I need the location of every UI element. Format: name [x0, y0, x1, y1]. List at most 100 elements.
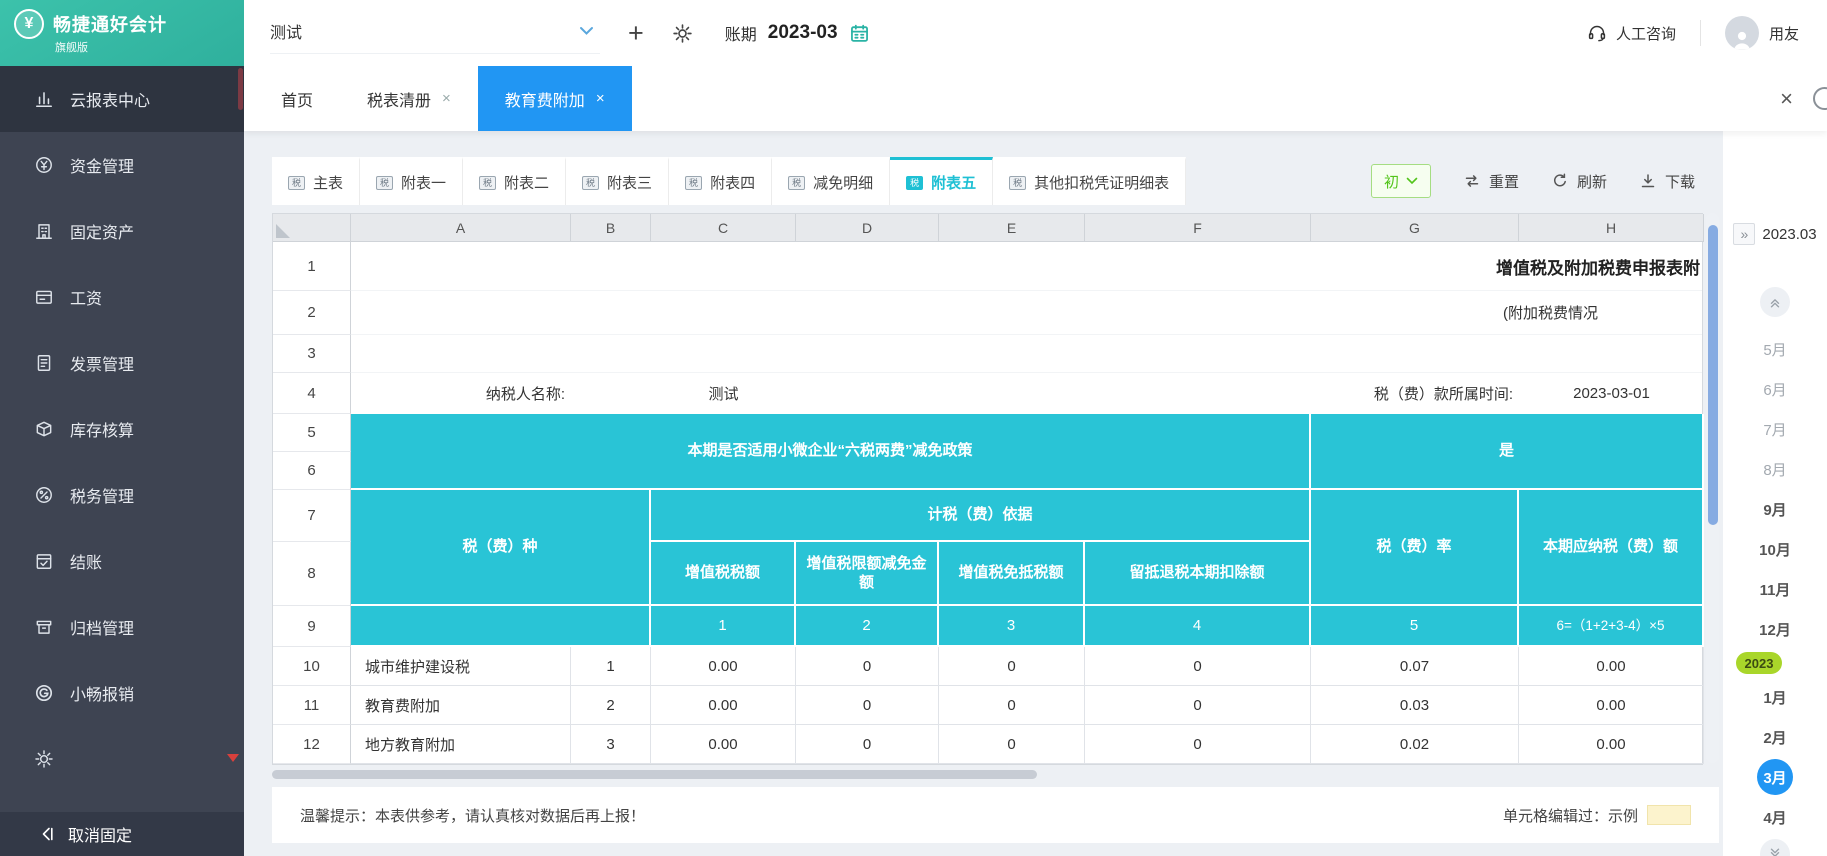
cell[interactable]: [939, 373, 1085, 414]
sidebar-item-tax[interactable]: 税务管理: [0, 462, 244, 528]
support-button[interactable]: 人工咨询: [1587, 23, 1676, 44]
sidebar-item-closing[interactable]: 结账: [0, 528, 244, 594]
cell-seq[interactable]: 1: [571, 647, 651, 686]
column-header[interactable]: A: [351, 214, 571, 242]
row-header[interactable]: 8: [273, 542, 351, 606]
horizontal-scrollbar[interactable]: [272, 770, 1037, 779]
cell-vat[interactable]: 0.00: [651, 686, 796, 725]
cell-vat[interactable]: 0.00: [651, 647, 796, 686]
cell-exempt[interactable]: 0: [939, 686, 1085, 725]
download-button[interactable]: 下载: [1639, 171, 1695, 192]
sidebar-item-fixed-assets[interactable]: 固定资产: [0, 198, 244, 264]
calendar-icon[interactable]: [849, 23, 870, 44]
month-item[interactable]: 8月: [1723, 449, 1827, 489]
sheet-tab-appendix2[interactable]: 税附表二: [463, 157, 567, 205]
row-header[interactable]: 9: [273, 606, 351, 647]
month-item[interactable]: 9月: [1723, 489, 1827, 529]
sidebar-item-invoice[interactable]: 发票管理: [0, 330, 244, 396]
cell-limit[interactable]: 0: [796, 725, 939, 764]
row-header[interactable]: 2: [273, 291, 351, 335]
close-all-tabs-icon[interactable]: ×: [1780, 66, 1793, 131]
cell-tax-name[interactable]: 地方教育附加: [351, 725, 571, 764]
sidebar-item-settings[interactable]: [0, 726, 244, 792]
sidebar-item-payroll[interactable]: 工资: [0, 264, 244, 330]
scroll-months-down-button[interactable]: [1760, 839, 1790, 856]
row-header[interactable]: 11: [273, 686, 351, 725]
column-header[interactable]: B: [571, 214, 651, 242]
settings-gear-icon[interactable]: [672, 23, 693, 44]
close-tab-icon[interactable]: ×: [442, 90, 451, 107]
row-header[interactable]: 6: [273, 452, 351, 490]
sidebar-item-report-center[interactable]: 云报表中心: [0, 66, 244, 132]
sidebar-scroll-arrow[interactable]: [227, 754, 239, 762]
month-item[interactable]: 5月: [1723, 329, 1827, 369]
period-value[interactable]: 2023-03: [768, 22, 838, 44]
unpin-sidebar-button[interactable]: 取消固定: [0, 812, 244, 856]
column-header[interactable]: C: [651, 214, 796, 242]
scroll-months-up-button[interactable]: [1760, 287, 1790, 317]
month-item[interactable]: 10月: [1723, 529, 1827, 569]
period-dropdown-button[interactable]: 初: [1370, 164, 1431, 198]
sheet-tab-appendix1[interactable]: 税附表一: [360, 157, 464, 205]
month-item[interactable]: 6月: [1723, 369, 1827, 409]
sidebar-item-reimburse[interactable]: 小畅报销: [0, 660, 244, 726]
cell-exempt[interactable]: 0: [939, 647, 1085, 686]
month-item-active[interactable]: 3月: [1723, 757, 1827, 797]
month-item[interactable]: 4月: [1723, 797, 1827, 837]
month-item[interactable]: 12月: [1723, 609, 1827, 649]
cell[interactable]: [571, 373, 651, 414]
cell-limit[interactable]: 0: [796, 686, 939, 725]
cell-amount[interactable]: 0.00: [1519, 686, 1704, 725]
sheet-tab-appendix5[interactable]: 税附表五: [890, 157, 994, 205]
row-header[interactable]: 3: [273, 335, 351, 373]
sheet-tab-appendix3[interactable]: 税附表三: [566, 157, 670, 205]
avatar[interactable]: [1724, 16, 1759, 50]
cell-tax-name[interactable]: 城市维护建设税: [351, 647, 571, 686]
vertical-scrollbar-thumb[interactable]: [1707, 225, 1718, 525]
cell-deduct[interactable]: 0: [1085, 686, 1311, 725]
refresh-button[interactable]: 刷新: [1551, 171, 1607, 192]
cell-rate[interactable]: 0.03: [1311, 686, 1519, 725]
cell-amount[interactable]: 0.00: [1519, 647, 1704, 686]
month-item[interactable]: 1月: [1723, 677, 1827, 717]
sidebar-scrollbar-thumb[interactable]: [238, 68, 243, 110]
tab-overflow-icon[interactable]: [1813, 87, 1827, 110]
sheet-tab-main[interactable]: 税主表: [272, 157, 361, 205]
add-company-button[interactable]: +: [628, 19, 644, 47]
month-item[interactable]: 7月: [1723, 409, 1827, 449]
cell-deduct[interactable]: 0: [1085, 647, 1311, 686]
column-header[interactable]: E: [939, 214, 1085, 242]
sheet-tab-other-voucher-detail[interactable]: 税其他扣税凭证明细表: [993, 157, 1187, 205]
cell-tax-name[interactable]: 教育费附加: [351, 686, 571, 725]
tab-education-surcharge[interactable]: 教育费附加 ×: [477, 66, 632, 131]
vertical-scrollbar[interactable]: [1706, 213, 1719, 763]
row-header[interactable]: 1: [273, 242, 351, 291]
reset-button[interactable]: 重置: [1463, 171, 1519, 192]
cell-exempt[interactable]: 0: [939, 725, 1085, 764]
cell-vat[interactable]: 0.00: [651, 725, 796, 764]
cell-seq[interactable]: 3: [571, 725, 651, 764]
cell[interactable]: [796, 373, 939, 414]
row-header[interactable]: 7: [273, 490, 351, 542]
column-header[interactable]: D: [796, 214, 939, 242]
cell-amount[interactable]: 0.00: [1519, 725, 1704, 764]
sidebar-item-funds[interactable]: 资金管理: [0, 132, 244, 198]
company-select[interactable]: 测试: [270, 13, 600, 54]
taxpayer-value[interactable]: 测试: [651, 373, 796, 414]
month-item[interactable]: 2月: [1723, 717, 1827, 757]
column-header[interactable]: G: [1311, 214, 1519, 242]
select-all-corner[interactable]: [273, 214, 351, 242]
close-tab-icon[interactable]: ×: [596, 90, 605, 107]
sidebar-item-archive[interactable]: 归档管理: [0, 594, 244, 660]
banner-answer[interactable]: 是: [1311, 414, 1704, 490]
active-month-bubble[interactable]: 3月: [1757, 759, 1793, 795]
username[interactable]: 用友: [1769, 23, 1799, 44]
tab-tax-register[interactable]: 税表清册 ×: [340, 66, 478, 131]
column-header[interactable]: F: [1085, 214, 1311, 242]
row-header[interactable]: 12: [273, 725, 351, 764]
tab-home[interactable]: 首页: [244, 66, 340, 131]
empty-row[interactable]: [351, 335, 1702, 373]
column-header[interactable]: H: [1519, 214, 1704, 242]
row-header[interactable]: 10: [273, 647, 351, 686]
cell[interactable]: [1085, 373, 1311, 414]
